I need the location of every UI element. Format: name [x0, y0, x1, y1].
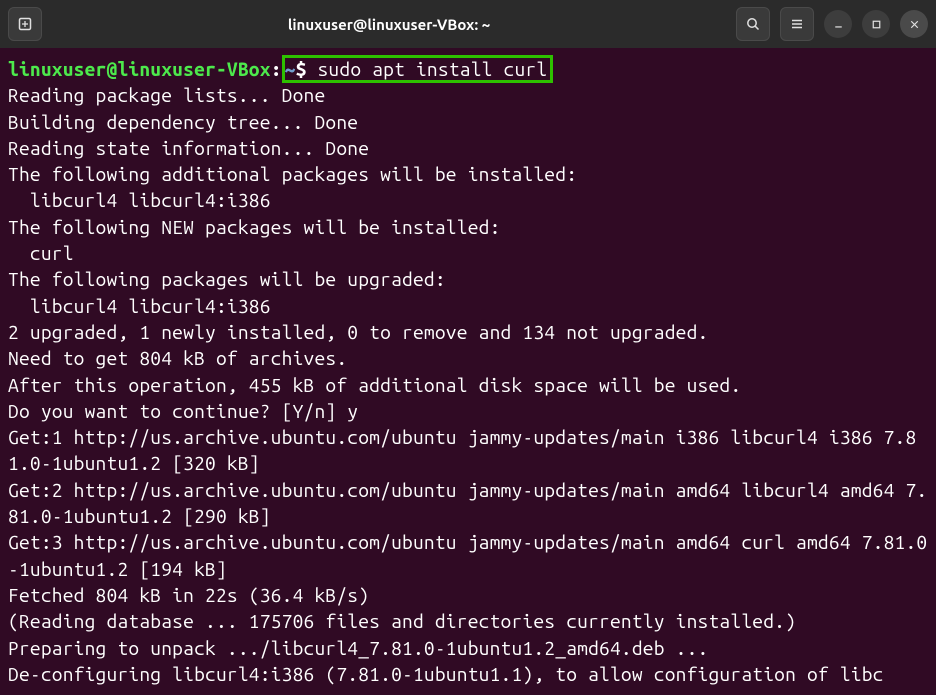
prompt-separator: : [271, 58, 282, 80]
maximize-button[interactable] [862, 10, 890, 38]
maximize-icon [870, 18, 883, 31]
titlebar: linuxuser@linuxuser-VBox: ~ [0, 0, 936, 48]
terminal-output: Reading package lists... DoneBuilding de… [8, 82, 928, 687]
output-line: 2 upgraded, 1 newly installed, 0 to remo… [8, 319, 928, 345]
terminal-content[interactable]: linuxuser@linuxuser-VBox:~$ sudo apt ins… [0, 48, 936, 695]
titlebar-left [8, 7, 42, 41]
output-line: libcurl4 libcurl4:i386 [8, 187, 928, 213]
minimize-button[interactable] [824, 10, 852, 38]
output-line: Get:3 http://us.archive.ubuntu.com/ubunt… [8, 529, 928, 582]
output-line: Do you want to continue? [Y/n] y [8, 398, 928, 424]
new-tab-icon [17, 16, 33, 32]
output-line: The following NEW packages will be insta… [8, 214, 928, 240]
close-icon [908, 18, 921, 31]
prompt-user-host: linuxuser@linuxuser-VBox [8, 58, 271, 80]
output-line: Reading state information... Done [8, 135, 928, 161]
output-line: Get:1 http://us.archive.ubuntu.com/ubunt… [8, 424, 928, 477]
output-line: curl [8, 240, 928, 266]
output-line: The following packages will be upgraded: [8, 266, 928, 292]
output-line: Building dependency tree... Done [8, 109, 928, 135]
output-line: The following additional packages will b… [8, 161, 928, 187]
new-tab-button[interactable] [8, 7, 42, 41]
output-line: Need to get 804 kB of archives. [8, 345, 928, 371]
highlighted-command: ~$ sudo apt install curl [282, 55, 554, 83]
hamburger-icon [789, 16, 805, 32]
output-line: libcurl4 libcurl4:i386 [8, 293, 928, 319]
close-button[interactable] [900, 10, 928, 38]
output-line: De-configuring libcurl4:i386 (7.81.0-1ub… [8, 661, 928, 687]
output-line: Get:2 http://us.archive.ubuntu.com/ubunt… [8, 477, 928, 530]
prompt-path: ~ [285, 58, 296, 80]
window-title: linuxuser@linuxuser-VBox: ~ [50, 16, 728, 33]
titlebar-right [736, 7, 928, 41]
output-line: Fetched 804 kB in 22s (36.4 kB/s) [8, 582, 928, 608]
prompt-symbol: $ [296, 58, 318, 80]
command-text: sudo apt install curl [317, 58, 547, 80]
search-button[interactable] [736, 7, 770, 41]
output-line: After this operation, 455 kB of addition… [8, 372, 928, 398]
output-line: Reading package lists... Done [8, 82, 928, 108]
menu-button[interactable] [780, 7, 814, 41]
minimize-icon [832, 18, 845, 31]
output-line: (Reading database ... 175706 files and d… [8, 608, 928, 634]
search-icon [745, 16, 761, 32]
output-line: Preparing to unpack .../libcurl4_7.81.0-… [8, 635, 928, 661]
